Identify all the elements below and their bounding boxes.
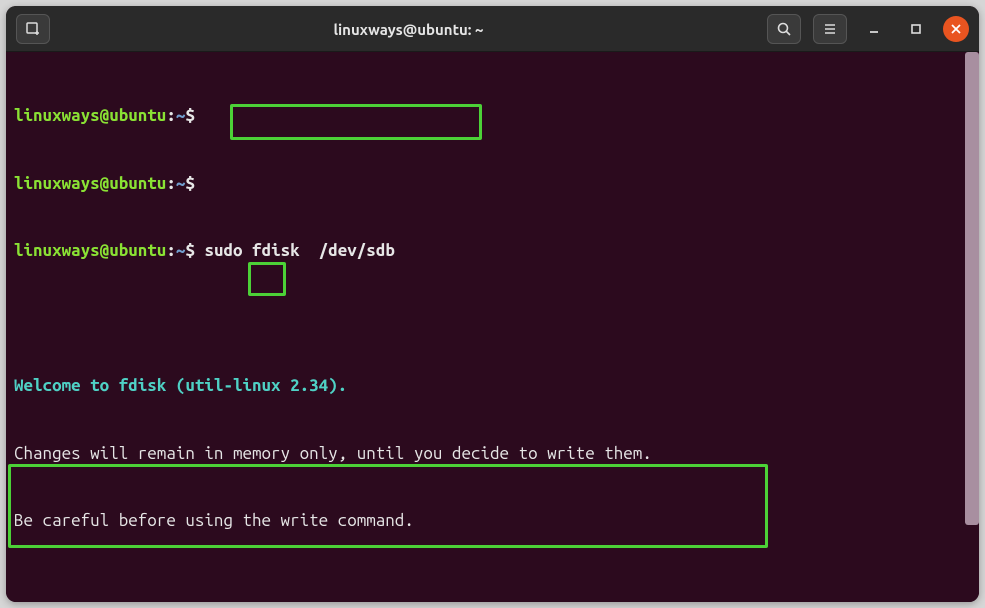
prompt-path: ~ [176, 106, 186, 125]
new-tab-button[interactable] [16, 14, 50, 44]
prompt-symbol: $ [185, 106, 195, 125]
command-text: sudo fdisk /dev/sdb [204, 241, 394, 260]
fdisk-info-line: Be careful before using the write comman… [6, 510, 979, 533]
maximize-button[interactable] [901, 14, 931, 44]
prompt-line: linuxways@ubuntu:~$ [6, 105, 979, 128]
close-icon [950, 23, 962, 35]
prompt-user-host: linuxways@ubuntu [14, 106, 166, 125]
fdisk-welcome: Welcome to fdisk (util-linux 2.34). [6, 375, 979, 398]
minimize-button[interactable] [859, 14, 889, 44]
search-icon [776, 21, 792, 37]
highlight-p-box [248, 262, 286, 296]
terminal-window: linuxways@ubuntu: ~ linu [6, 6, 979, 602]
new-tab-icon [25, 21, 41, 37]
search-button[interactable] [767, 14, 801, 44]
menu-button[interactable] [813, 14, 847, 44]
vertical-scrollbar[interactable] [965, 52, 979, 602]
fdisk-info-line: Changes will remain in memory only, unti… [6, 443, 979, 466]
hamburger-menu-icon [822, 21, 838, 37]
terminal-viewport[interactable]: linuxways@ubuntu:~$ linuxways@ubuntu:~$ … [6, 52, 979, 602]
minimize-icon [867, 22, 881, 36]
scrollbar-thumb[interactable] [965, 52, 979, 525]
prompt-line: linuxways@ubuntu:~$ [6, 173, 979, 196]
highlight-table-box [8, 464, 768, 548]
maximize-icon [909, 22, 923, 36]
close-button[interactable] [943, 16, 969, 42]
window-title: linuxways@ubuntu: ~ [50, 21, 767, 38]
prompt-line: linuxways@ubuntu:~$ sudo fdisk /dev/sdb [6, 240, 979, 263]
titlebar: linuxways@ubuntu: ~ [6, 6, 979, 52]
